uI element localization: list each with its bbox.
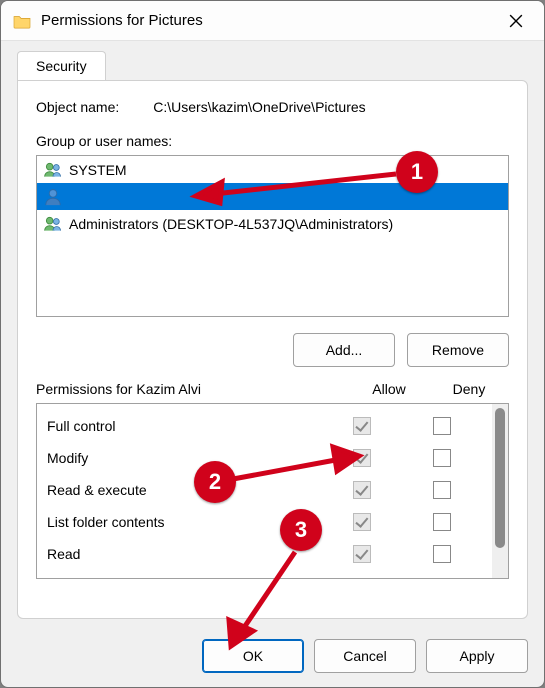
tab-strip: Security	[1, 41, 544, 80]
security-panel: Object name: C:\Users\kazim\OneDrive\Pic…	[17, 80, 528, 619]
permission-row: List folder contents	[37, 506, 492, 538]
permissions-header: Permissions for Kazim Alvi Allow Deny	[36, 381, 509, 397]
close-button[interactable]	[496, 5, 536, 37]
allow-checkbox[interactable]	[353, 449, 371, 467]
allow-cell	[322, 417, 402, 435]
allow-cell	[322, 481, 402, 499]
permission-name: Read	[47, 546, 322, 562]
object-name-label: Object name:	[36, 99, 119, 115]
deny-cell	[402, 545, 482, 563]
permissions-scroll: Full control Modify Read & execute List fol…	[37, 404, 492, 578]
allow-checkbox[interactable]	[353, 545, 371, 563]
deny-checkbox[interactable]	[433, 481, 451, 499]
permissions-dialog: Permissions for Pictures Security Object…	[0, 0, 545, 688]
deny-cell	[402, 417, 482, 435]
column-deny: Deny	[429, 381, 509, 397]
deny-checkbox[interactable]	[433, 545, 451, 563]
titlebar: Permissions for Pictures	[1, 1, 544, 41]
deny-cell	[402, 481, 482, 499]
permission-row: Modify	[37, 442, 492, 474]
permission-row: Read & execute	[37, 474, 492, 506]
permission-name: Read & execute	[47, 482, 322, 498]
group-icon	[43, 215, 63, 233]
list-item[interactable]: SYSTEM	[37, 156, 508, 183]
object-name-value: C:\Users\kazim\OneDrive\Pictures	[153, 99, 365, 115]
list-item-label: Administrators (DESKTOP-4L537JQ\Administ…	[69, 216, 393, 232]
dialog-buttons: OK Cancel Apply	[1, 629, 544, 687]
tab-security[interactable]: Security	[17, 51, 106, 80]
folder-icon	[13, 13, 31, 29]
allow-checkbox[interactable]	[353, 513, 371, 531]
deny-cell	[402, 449, 482, 467]
users-listbox[interactable]: SYSTEM Administrators (DESKTOP-4L537JQ\Ad…	[36, 155, 509, 317]
user-icon	[43, 188, 63, 206]
permissions-caption: Permissions for Kazim Alvi	[36, 381, 349, 397]
scrollbar[interactable]	[492, 404, 508, 578]
cancel-button[interactable]: Cancel	[314, 639, 416, 673]
allow-checkbox[interactable]	[353, 417, 371, 435]
object-name-row: Object name: C:\Users\kazim\OneDrive\Pic…	[36, 99, 509, 115]
apply-button[interactable]: Apply	[426, 639, 528, 673]
deny-cell	[402, 513, 482, 531]
allow-cell	[322, 545, 402, 563]
list-item[interactable]: Administrators (DESKTOP-4L537JQ\Administ…	[37, 210, 508, 237]
permission-name: Modify	[47, 450, 322, 466]
permission-row: Full control	[37, 410, 492, 442]
list-item[interactable]	[37, 183, 508, 210]
scrollbar-thumb[interactable]	[495, 408, 505, 548]
allow-cell	[322, 449, 402, 467]
permission-name: List folder contents	[47, 514, 322, 530]
allow-cell	[322, 513, 402, 531]
permissions-listbox: Full control Modify Read & execute List fol…	[36, 403, 509, 579]
group-label: Group or user names:	[36, 133, 509, 149]
window-title: Permissions for Pictures	[41, 12, 496, 29]
list-item-label: SYSTEM	[69, 162, 127, 178]
group-icon	[43, 161, 63, 179]
permission-name: Full control	[47, 418, 322, 434]
close-icon	[509, 14, 523, 28]
column-allow: Allow	[349, 381, 429, 397]
permission-row: Read	[37, 538, 492, 570]
ok-button[interactable]: OK	[202, 639, 304, 673]
deny-checkbox[interactable]	[433, 513, 451, 531]
deny-checkbox[interactable]	[433, 449, 451, 467]
remove-button[interactable]: Remove	[407, 333, 509, 367]
add-button[interactable]: Add...	[293, 333, 395, 367]
allow-checkbox[interactable]	[353, 481, 371, 499]
user-buttons-row: Add... Remove	[36, 333, 509, 367]
deny-checkbox[interactable]	[433, 417, 451, 435]
